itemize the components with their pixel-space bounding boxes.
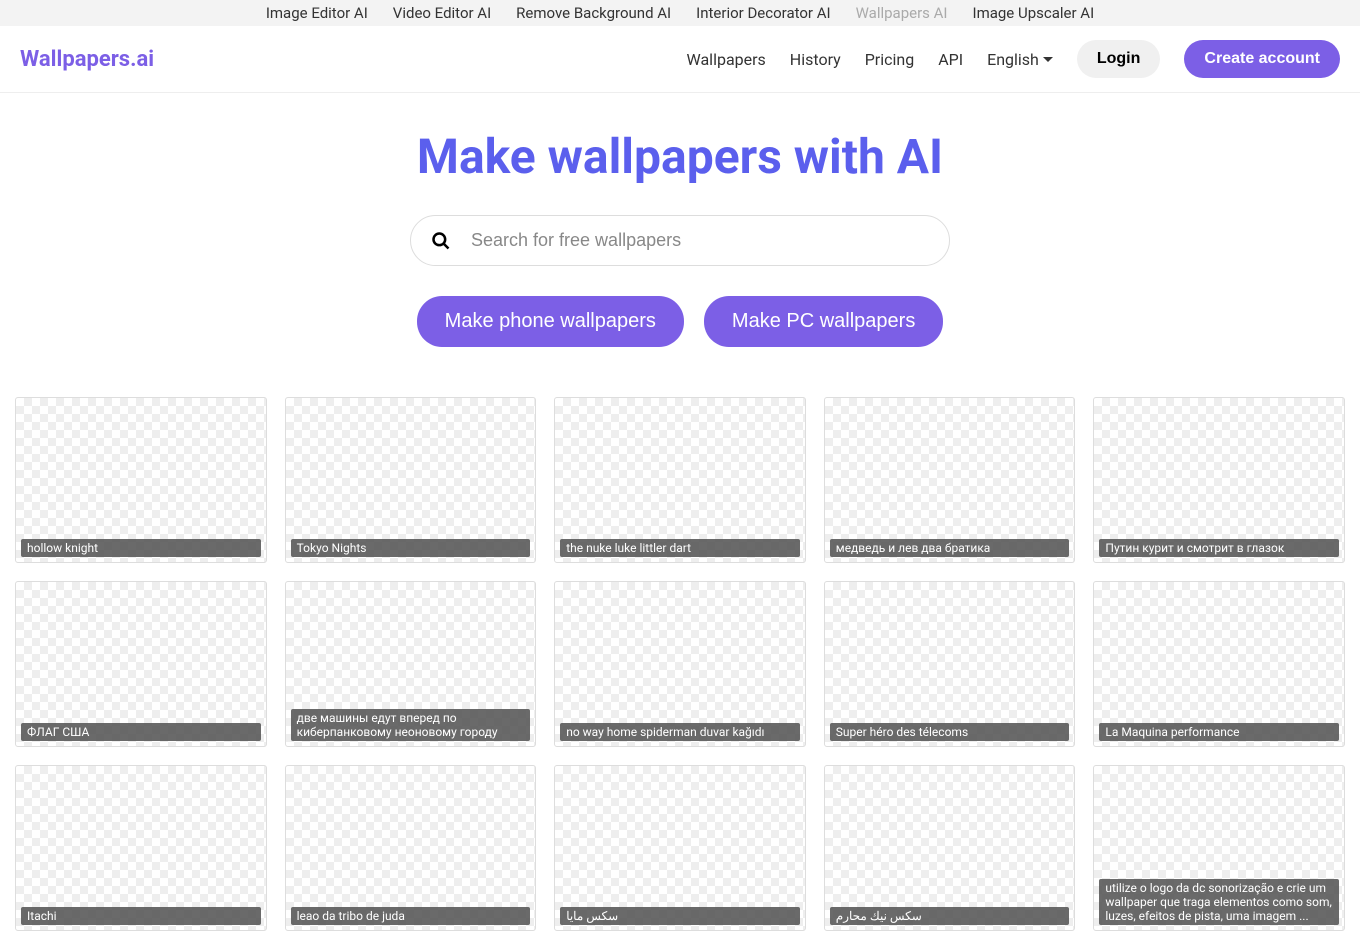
login-button[interactable]: Login [1077,40,1161,78]
create-account-button[interactable]: Create account [1184,40,1340,78]
wallpaper-card[interactable]: hollow knight [15,397,267,563]
hero: Make wallpapers with AI Make phone wallp… [0,93,1360,367]
wallpaper-card[interactable]: медведь и лев два братика [824,397,1076,563]
wallpaper-caption: ФЛАГ США [21,723,261,741]
wallpaper-card[interactable]: no way home spiderman duvar kağıdı [554,581,806,747]
chevron-down-icon [1043,57,1053,62]
make-phone-wallpapers-button[interactable]: Make phone wallpapers [417,296,684,347]
nav-history[interactable]: History [790,50,841,69]
top-bar-video-editor[interactable]: Video Editor AI [393,4,491,22]
top-bar-image-editor[interactable]: Image Editor AI [266,4,368,22]
hero-actions: Make phone wallpapers Make PC wallpapers [0,296,1360,347]
wallpaper-caption: utilize o logo da dc sonorização e crie … [1099,879,1339,925]
nav-wallpapers[interactable]: Wallpapers [687,50,766,69]
wallpaper-caption: La Maquina performance [1099,723,1339,741]
wallpaper-card[interactable]: Tokyo Nights [285,397,537,563]
wallpaper-caption: سكس مايا [560,907,800,925]
wallpaper-card[interactable]: سكس مايا [554,765,806,931]
make-pc-wallpapers-button[interactable]: Make PC wallpapers [704,296,943,347]
wallpaper-caption: Tokyo Nights [291,539,531,557]
wallpaper-caption: hollow knight [21,539,261,557]
wallpaper-card[interactable]: La Maquina performance [1093,581,1345,747]
wallpaper-caption: Itachi [21,907,261,925]
search-input[interactable] [471,230,929,251]
search-box[interactable] [410,215,950,266]
wallpaper-card[interactable]: سكس نيك محارم [824,765,1076,931]
nav-pricing[interactable]: Pricing [865,50,915,69]
wallpaper-caption: no way home spiderman duvar kağıdı [560,723,800,741]
top-bar-remove-bg[interactable]: Remove Background AI [516,4,671,22]
wallpaper-card[interactable]: ФЛАГ США [15,581,267,747]
wallpaper-caption: Super héro des télecoms [830,723,1070,741]
language-label: English [987,50,1039,69]
main-nav: Wallpapers History Pricing API English L… [687,40,1340,78]
wallpaper-card[interactable]: Путин курит и смотрит в глазок [1093,397,1345,563]
wallpaper-caption: leao da tribo de juda [291,907,531,925]
brand-logo[interactable]: Wallpapers.ai [20,47,154,72]
wallpaper-card[interactable]: utilize o logo da dc sonorização e crie … [1093,765,1345,931]
wallpaper-card[interactable]: Itachi [15,765,267,931]
top-bar-wallpapers[interactable]: Wallpapers AI [856,4,948,22]
nav-api[interactable]: API [938,50,963,69]
wallpaper-caption: медведь и лев два братика [830,539,1070,557]
wallpaper-grid: hollow knight Tokyo Nights the nuke luke… [0,367,1360,931]
wallpaper-card[interactable]: the nuke luke littler dart [554,397,806,563]
wallpaper-caption: две машины едут вперед по киберпанковому… [291,709,531,741]
wallpaper-card[interactable]: leao da tribo de juda [285,765,537,931]
top-bar-interior-decorator[interactable]: Interior Decorator AI [696,4,830,22]
top-bar: Image Editor AI Video Editor AI Remove B… [0,0,1360,26]
wallpaper-card[interactable]: две машины едут вперед по киберпанковому… [285,581,537,747]
language-selector[interactable]: English [987,50,1053,69]
header: Wallpapers.ai Wallpapers History Pricing… [0,26,1360,93]
wallpaper-caption: the nuke luke littler dart [560,539,800,557]
wallpaper-caption: Путин курит и смотрит в глазок [1099,539,1339,557]
search-icon [431,231,451,251]
wallpaper-card[interactable]: Super héro des télecoms [824,581,1076,747]
hero-title: Make wallpapers with AI [0,128,1360,185]
wallpaper-caption: سكس نيك محارم [830,907,1070,925]
top-bar-image-upscaler[interactable]: Image Upscaler AI [972,4,1094,22]
